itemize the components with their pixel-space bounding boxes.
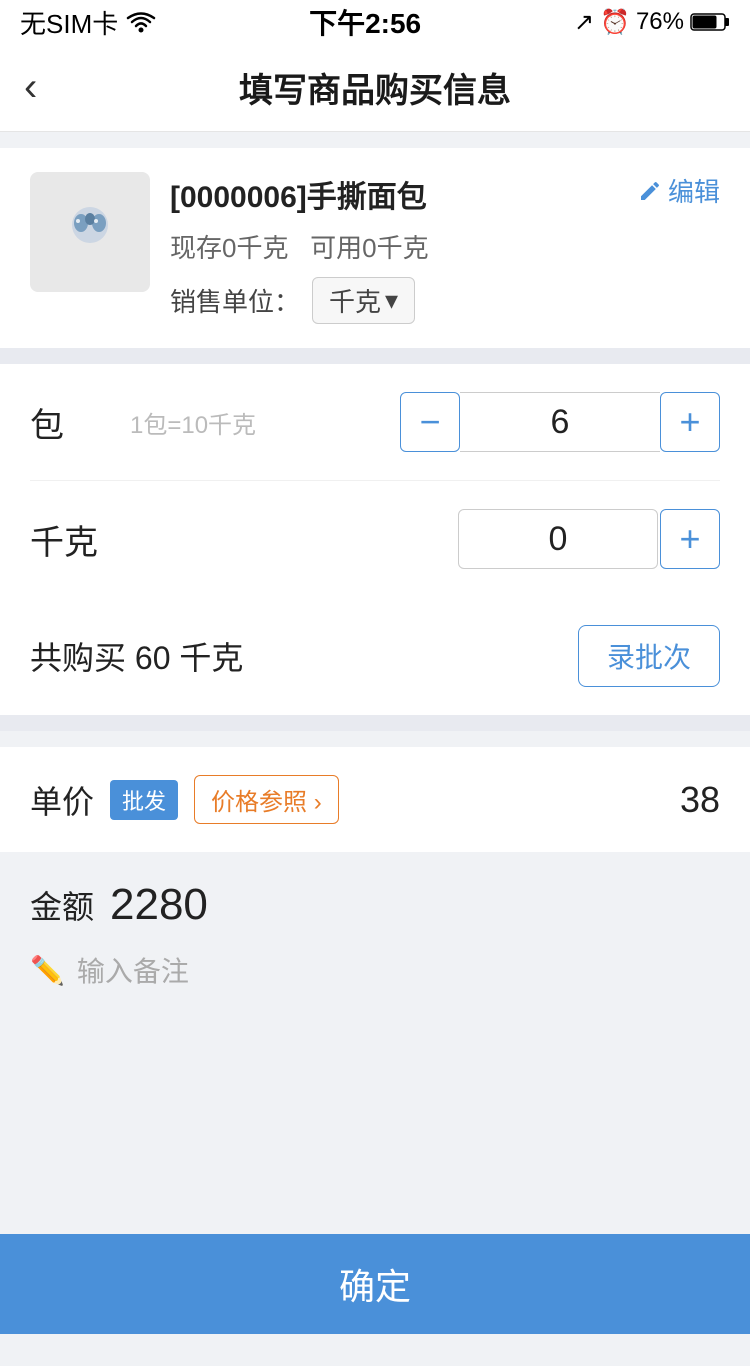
location-icon: ↗ bbox=[574, 8, 594, 37]
unit-select[interactable]: 千克 ▾ bbox=[312, 277, 415, 324]
price-label: 单价 bbox=[30, 777, 94, 823]
carrier-text: 无SIM卡 bbox=[20, 4, 118, 41]
batch-tag: 批发 bbox=[110, 780, 178, 820]
pencil-icon: ✏️ bbox=[30, 954, 65, 987]
divider-2 bbox=[0, 715, 750, 731]
summary-row: 共购买 60 千克 录批次 bbox=[30, 597, 720, 715]
status-bar: 无SIM卡 下午2:56 ↗ ⏰ 76% bbox=[0, 0, 750, 44]
battery-icon bbox=[690, 12, 730, 32]
product-logo-icon bbox=[55, 197, 125, 267]
package-hint: 1包=10千克 bbox=[130, 405, 380, 440]
status-right: ↗ ⏰ 76% bbox=[574, 8, 730, 37]
batch-button[interactable]: 录批次 bbox=[578, 625, 720, 687]
package-qty-input[interactable] bbox=[460, 392, 660, 452]
nav-bar: ‹ 填写商品购买信息 bbox=[0, 44, 750, 132]
kg-qty-input[interactable] bbox=[458, 509, 658, 569]
price-ref-button[interactable]: 价格参照 › bbox=[194, 775, 339, 824]
remark-placeholder: 输入备注 bbox=[77, 950, 189, 990]
package-row: 包 1包=10千克 − + bbox=[30, 364, 720, 481]
available-label: 可用0千克 bbox=[310, 233, 428, 263]
kg-row: 千克 + bbox=[30, 481, 720, 597]
stock-label: 现存0千克 bbox=[170, 233, 288, 263]
amount-row: 金额 2280 bbox=[30, 880, 720, 930]
battery-text: 76% bbox=[636, 8, 684, 36]
product-stock: 现存0千克 可用0千克 bbox=[170, 228, 720, 265]
package-minus-button[interactable]: − bbox=[400, 392, 460, 452]
remark-row[interactable]: ✏️ 输入备注 bbox=[30, 950, 720, 990]
amount-value: 2280 bbox=[110, 880, 208, 930]
edit-icon bbox=[638, 179, 662, 203]
divider-1 bbox=[0, 348, 750, 364]
kg-plus-button[interactable]: + bbox=[660, 509, 720, 569]
summary-text: 共购买 60 千克 bbox=[30, 633, 243, 679]
confirm-bar[interactable]: 确定 bbox=[0, 1234, 750, 1334]
package-label: 包 bbox=[30, 398, 110, 447]
edit-button[interactable]: 编辑 bbox=[638, 172, 720, 209]
price-section: 单价 批发 价格参照 › 38 bbox=[0, 747, 750, 852]
amount-label: 金额 bbox=[30, 882, 94, 928]
status-time: 下午2:56 bbox=[309, 2, 421, 42]
unit-value: 千克 bbox=[329, 282, 381, 319]
wifi-icon bbox=[126, 11, 156, 33]
edit-label: 编辑 bbox=[668, 172, 720, 209]
unit-label: 销售单位： bbox=[170, 282, 300, 319]
product-card: [0000006]手撕面包 现存0千克 可用0千克 销售单位： 千克 ▾ 编辑 bbox=[0, 148, 750, 348]
product-thumbnail bbox=[30, 172, 150, 292]
package-qty-control: − + bbox=[400, 392, 720, 452]
confirm-text: 确定 bbox=[339, 1258, 411, 1310]
kg-qty-control: + bbox=[458, 509, 720, 569]
page-title: 填写商品购买信息 bbox=[239, 63, 511, 112]
status-left: 无SIM卡 bbox=[20, 4, 156, 41]
input-section: 包 1包=10千克 − + 千克 + bbox=[0, 364, 750, 597]
kg-label: 千克 bbox=[30, 515, 110, 564]
price-row: 单价 批发 价格参照 › 38 bbox=[30, 775, 720, 824]
summary-section: 共购买 60 千克 录批次 bbox=[0, 597, 750, 715]
alarm-icon: ⏰ bbox=[600, 8, 630, 37]
package-plus-button[interactable]: + bbox=[660, 392, 720, 452]
dropdown-icon: ▾ bbox=[385, 285, 398, 316]
amount-section: 金额 2280 ✏️ 输入备注 bbox=[0, 852, 750, 1006]
back-button[interactable]: ‹ bbox=[24, 65, 37, 110]
product-unit-row: 销售单位： 千克 ▾ bbox=[170, 277, 720, 324]
price-value: 38 bbox=[680, 779, 720, 821]
